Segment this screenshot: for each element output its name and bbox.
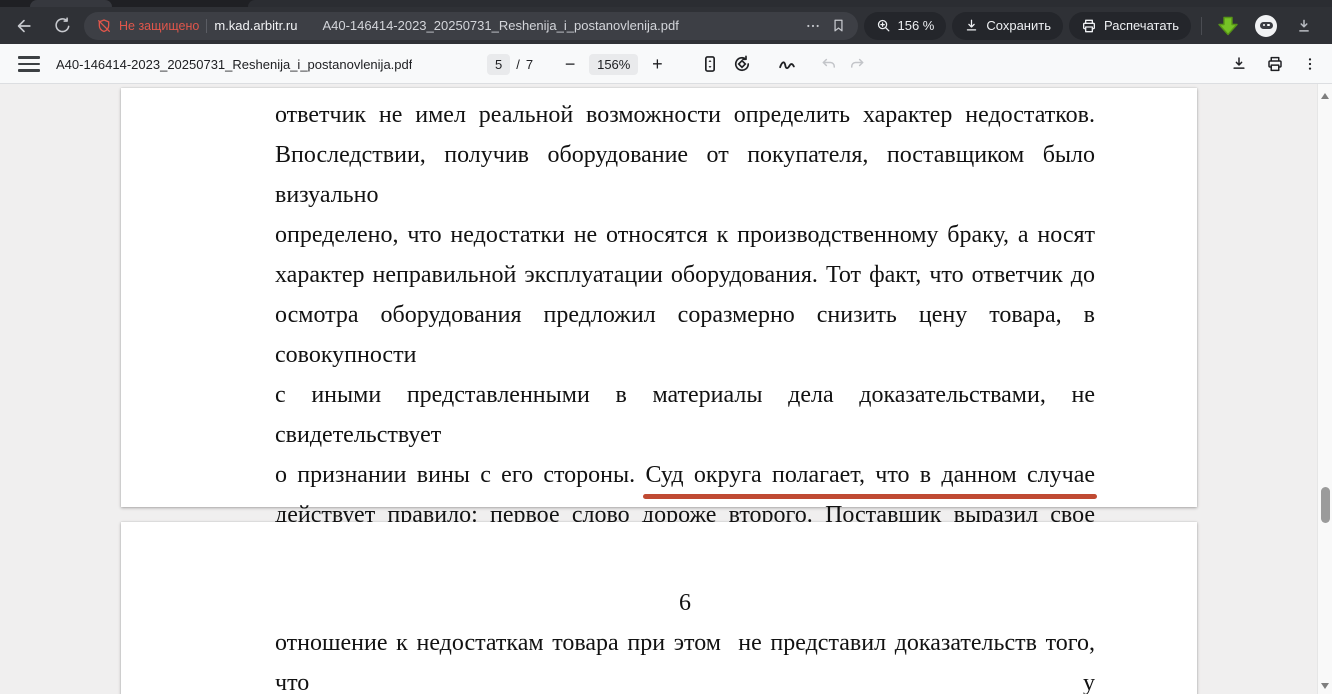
- page-separator: /: [516, 57, 520, 72]
- save-button[interactable]: Сохранить: [952, 12, 1063, 40]
- page-title: A40-146414-2023_20250731_Reshenija_i_pos…: [322, 18, 797, 33]
- text-segment: с иными представленными в материалы дела…: [275, 382, 1095, 448]
- more-vertical-icon: [1302, 55, 1318, 73]
- printer-icon: [1081, 18, 1097, 34]
- text-segment: характер неправильной эксплуатации обору…: [275, 262, 1095, 288]
- address-overflow-icon[interactable]: [805, 18, 821, 34]
- tab-band: [248, 0, 1332, 7]
- tab-strip: [0, 0, 1332, 7]
- pdf-page-6: 6 отношение к недостаткам товара при это…: [121, 522, 1197, 694]
- save-download-icon: [964, 18, 979, 33]
- browser-toolbar: Не защищено m.kad.arbitr.ru A40-146414-2…: [0, 7, 1332, 44]
- url-host[interactable]: m.kad.arbitr.ru: [214, 18, 297, 33]
- green-download-arrow-icon: [1216, 14, 1240, 38]
- zoom-out-button[interactable]: −: [561, 54, 579, 75]
- fit-page-button[interactable]: [700, 54, 720, 74]
- annotate-button[interactable]: [776, 53, 798, 75]
- reload-icon: [53, 16, 72, 35]
- zoom-in-button[interactable]: +: [648, 54, 666, 75]
- scrollbar[interactable]: [1317, 84, 1332, 694]
- document-line: Впоследствии, получив оборудование от по…: [275, 135, 1095, 215]
- pdf-filename: A40-146414-2023_20250731_Reshenija_i_pos…: [56, 44, 412, 84]
- redo-button[interactable]: [848, 55, 866, 73]
- scroll-up-arrow-icon[interactable]: [1321, 93, 1329, 99]
- undo-button[interactable]: [820, 55, 838, 73]
- print-button[interactable]: Распечатать: [1069, 12, 1191, 40]
- reload-button[interactable]: [46, 11, 78, 41]
- address-divider: [206, 19, 207, 33]
- menu-button[interactable]: [18, 54, 40, 74]
- page-number-label: 6: [275, 583, 1095, 623]
- pdf-more-button[interactable]: [1302, 55, 1318, 73]
- page-5-text: ответчик не имел реальной возможности оп…: [121, 88, 1197, 535]
- back-icon: [14, 16, 34, 36]
- back-button[interactable]: [8, 11, 40, 41]
- undo-icon: [820, 55, 838, 73]
- pdf-printer-icon: [1266, 55, 1284, 73]
- save-button-label: Сохранить: [986, 18, 1051, 33]
- document-line: с иными представленными в материалы дела…: [275, 375, 1095, 455]
- active-tab[interactable]: [30, 0, 112, 7]
- document-line: ответчик не имел реальной возможности оп…: [275, 95, 1095, 135]
- document-line: о признании вины с его стороны. Суд окру…: [275, 455, 1095, 495]
- bookmark-icon[interactable]: [831, 17, 846, 34]
- text-segment: осмотра оборудования предложил соразмерн…: [275, 302, 1095, 368]
- downloads-button[interactable]: [1288, 11, 1320, 41]
- document-line: осмотра оборудования предложил соразмерн…: [275, 295, 1095, 375]
- download-icon: [1230, 55, 1248, 73]
- red-underline-text: Суд округа полагает, что в данном случае: [645, 462, 1095, 488]
- text-segment: о признании вины с его стороны.: [275, 462, 645, 488]
- security-label[interactable]: Не защищено: [119, 19, 199, 33]
- downloads-icon: [1295, 17, 1313, 35]
- toolbar-divider: [1201, 17, 1202, 35]
- pdf-viewer: ответчик не имел реальной возможности оп…: [0, 84, 1332, 694]
- rotate-icon: [732, 54, 752, 74]
- redo-icon: [848, 55, 866, 73]
- security-crossed-shield-icon[interactable]: [96, 18, 112, 34]
- pdf-toolbar: A40-146414-2023_20250731_Reshenija_i_pos…: [0, 44, 1332, 84]
- scrollbar-thumb[interactable]: [1321, 487, 1330, 523]
- text-segment: ответчик не имел реальной возможности оп…: [275, 102, 1095, 128]
- extension-assistant-button[interactable]: [1250, 11, 1282, 41]
- page-number-input[interactable]: 5: [487, 54, 510, 75]
- page-total: 7: [526, 57, 533, 72]
- print-button-label: Распечатать: [1104, 18, 1179, 33]
- browser-zoom-button[interactable]: 156 %: [864, 12, 947, 40]
- rotate-button[interactable]: [732, 54, 752, 74]
- robot-face-icon: [1255, 15, 1277, 37]
- pdf-download-button[interactable]: [1230, 55, 1248, 73]
- pdf-page-5: ответчик не имел реальной возможности оп…: [121, 88, 1197, 507]
- zoom-value[interactable]: 156%: [589, 54, 638, 75]
- scroll-down-arrow-icon[interactable]: [1321, 683, 1329, 689]
- browser-zoom-label: 156 %: [898, 18, 935, 33]
- text-segment: определено, что недостатки не относятся …: [275, 222, 1095, 248]
- pdf-print-button[interactable]: [1266, 55, 1284, 73]
- squiggle-pen-icon: [776, 53, 798, 75]
- document-line: отношение к недостаткам товара при этом …: [275, 623, 1095, 694]
- fit-page-icon: [700, 54, 720, 74]
- document-line: определено, что недостатки не относятся …: [275, 215, 1095, 255]
- magnifier-plus-icon: [876, 18, 891, 33]
- text-segment: отношение к недостаткам товара при этом …: [275, 630, 1095, 694]
- text-segment: Впоследствии, получив оборудование от по…: [275, 142, 1095, 208]
- page-6-text: 6 отношение к недостаткам товара при это…: [121, 522, 1197, 694]
- address-bar[interactable]: Не защищено m.kad.arbitr.ru A40-146414-2…: [84, 12, 858, 40]
- document-line: характер неправильной эксплуатации обору…: [275, 255, 1095, 295]
- extension-green-download-button[interactable]: [1212, 11, 1244, 41]
